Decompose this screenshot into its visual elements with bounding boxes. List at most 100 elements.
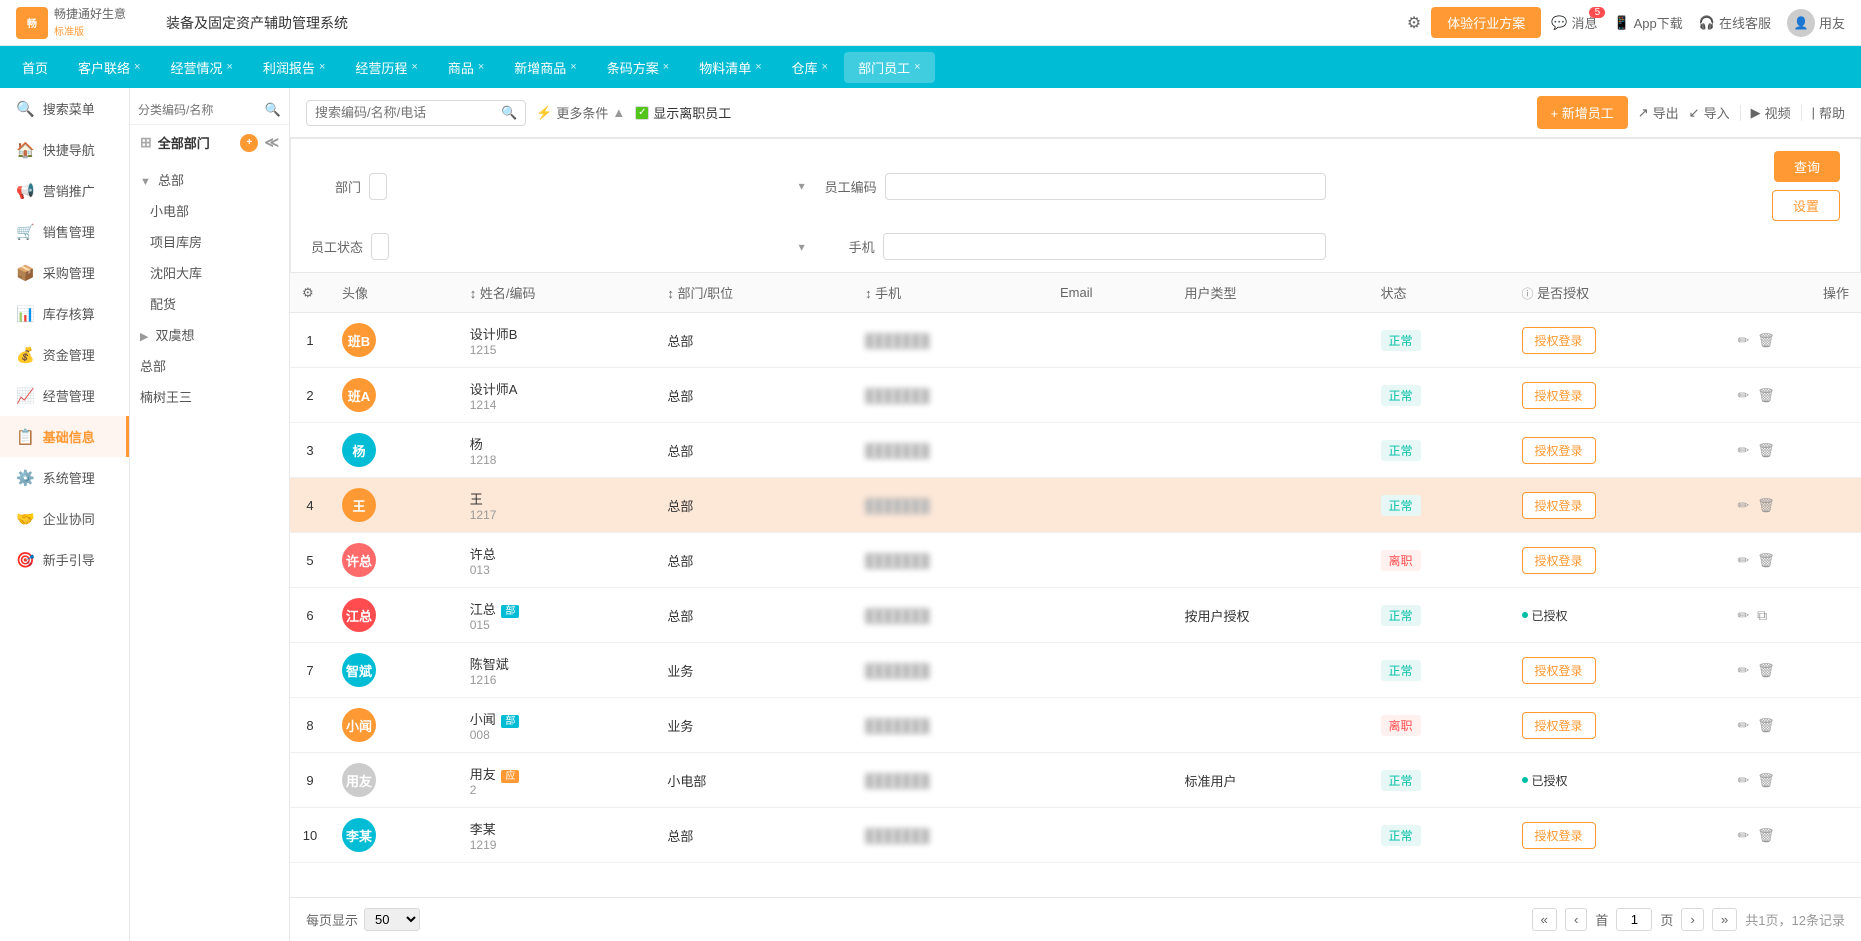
- export-btn[interactable]: ↗ 导出: [1638, 103, 1679, 122]
- auth-btn-3[interactable]: 授权登录: [1522, 437, 1596, 464]
- page-input[interactable]: [1616, 908, 1652, 931]
- edit-icon[interactable]: ✏: [1737, 607, 1749, 624]
- dept-node-0[interactable]: ▼ 总部: [130, 164, 289, 195]
- th-name-code[interactable]: ↕ 姓名/编码: [458, 273, 656, 313]
- delete-icon[interactable]: 🗑: [1757, 332, 1775, 349]
- app-download-btn[interactable]: 📱 App下载: [1613, 13, 1682, 32]
- th-dept[interactable]: ↕ 部门/职位: [655, 273, 853, 313]
- auth-btn-7[interactable]: 授权登录: [1522, 657, 1596, 684]
- sidebar-item-quick-nav[interactable]: 🏠快捷导航: [0, 129, 129, 170]
- dept-search-input[interactable]: [138, 103, 265, 117]
- delete-icon[interactable]: 🗑: [1757, 552, 1775, 569]
- auth-btn-5[interactable]: 授权登录: [1522, 547, 1596, 574]
- nav-tab-商品[interactable]: 商品×: [434, 52, 498, 83]
- message-btn[interactable]: 💬 消息 5: [1551, 13, 1597, 32]
- nav-tab-条码方案[interactable]: 条码方案×: [593, 52, 683, 83]
- nav-tab-首页[interactable]: 首页: [8, 52, 62, 83]
- auth-btn-8[interactable]: 授权登录: [1522, 712, 1596, 739]
- filter-btn[interactable]: ⚡ 更多条件 ▲: [536, 103, 625, 122]
- nav-tab-物料清单[interactable]: 物料清单×: [685, 52, 775, 83]
- copy-icon[interactable]: ⧉: [1757, 607, 1767, 624]
- dept-node-6[interactable]: 总部: [130, 350, 289, 381]
- first-page-btn[interactable]: «: [1532, 908, 1557, 931]
- add-employee-btn[interactable]: + 新增员工: [1537, 96, 1628, 129]
- last-page-btn[interactable]: »: [1712, 908, 1737, 931]
- th-settings[interactable]: ⚙: [290, 273, 330, 313]
- auth-btn-10[interactable]: 授权登录: [1522, 822, 1596, 849]
- edit-icon[interactable]: ✏: [1737, 662, 1749, 679]
- nav-tab-经营历程[interactable]: 经营历程×: [341, 52, 431, 83]
- sidebar-item-finance[interactable]: 💰资金管理: [0, 334, 129, 375]
- edit-icon[interactable]: ✏: [1737, 827, 1749, 844]
- emp-code-input[interactable]: [885, 173, 1327, 200]
- edit-icon[interactable]: ✏: [1737, 387, 1749, 404]
- user-menu[interactable]: 👤 用友: [1787, 9, 1845, 37]
- edit-icon[interactable]: ✏: [1737, 772, 1749, 789]
- nav-tab-部门员工[interactable]: 部门员工×: [844, 52, 934, 83]
- sidebar-item-purchase[interactable]: 📦采购管理: [0, 252, 129, 293]
- tab-close-icon[interactable]: ×: [914, 61, 920, 73]
- tab-close-icon[interactable]: ×: [411, 61, 417, 73]
- delete-icon[interactable]: 🗑: [1757, 497, 1775, 514]
- gear-icon[interactable]: ⚙: [1407, 13, 1421, 33]
- dept-node-3[interactable]: 沈阳大库: [130, 257, 289, 288]
- query-btn[interactable]: 查询: [1774, 151, 1840, 182]
- edit-icon[interactable]: ✏: [1737, 497, 1749, 514]
- edit-icon[interactable]: ✏: [1737, 552, 1749, 569]
- tab-close-icon[interactable]: ×: [319, 61, 325, 73]
- sidebar-item-enterprise[interactable]: 🤝企业协同: [0, 498, 129, 539]
- tab-close-icon[interactable]: ×: [570, 61, 576, 73]
- online-service-btn[interactable]: 🎧 在线客服: [1699, 13, 1771, 32]
- nav-tab-经营情况[interactable]: 经营情况×: [156, 52, 246, 83]
- sidebar-item-search[interactable]: 🔍搜索菜单: [0, 88, 129, 129]
- show-resigned-checkbox[interactable]: ✓: [635, 106, 649, 120]
- delete-icon[interactable]: 🗑: [1757, 662, 1775, 679]
- tab-close-icon[interactable]: ×: [478, 61, 484, 73]
- experience-btn[interactable]: 体验行业方案: [1431, 7, 1541, 38]
- sidebar-item-basic-info[interactable]: 📋基础信息: [0, 416, 129, 457]
- auth-btn-4[interactable]: 授权登录: [1522, 492, 1596, 519]
- dept-node-4[interactable]: 配货: [130, 288, 289, 319]
- tab-close-icon[interactable]: ×: [226, 61, 232, 73]
- sidebar-item-operation[interactable]: 📈经营管理: [0, 375, 129, 416]
- nav-tab-利润报告[interactable]: 利润报告×: [249, 52, 339, 83]
- edit-icon[interactable]: ✏: [1737, 442, 1749, 459]
- sidebar-item-inventory[interactable]: 📊库存核算: [0, 293, 129, 334]
- search-input[interactable]: [315, 105, 495, 120]
- delete-icon[interactable]: 🗑: [1757, 827, 1775, 844]
- tab-close-icon[interactable]: ×: [755, 61, 761, 73]
- edit-icon[interactable]: ✏: [1737, 717, 1749, 734]
- delete-icon[interactable]: 🗑: [1757, 772, 1775, 789]
- prev-page-btn[interactable]: ‹: [1565, 908, 1587, 931]
- delete-icon[interactable]: 🗑: [1757, 717, 1775, 734]
- nav-tab-客户联络[interactable]: 客户联络×: [64, 52, 154, 83]
- video-btn[interactable]: ▶ 视频: [1751, 103, 1791, 122]
- dept-node-1[interactable]: 小电部: [130, 195, 289, 226]
- dept-node-5[interactable]: ▶ 双虞想: [130, 319, 289, 350]
- tab-close-icon[interactable]: ×: [663, 61, 669, 73]
- edit-icon[interactable]: ✏: [1737, 332, 1749, 349]
- phone-input[interactable]: [883, 233, 1327, 260]
- collapse-icon[interactable]: ≪: [264, 134, 279, 151]
- th-phone[interactable]: ↕ 手机: [853, 273, 1048, 313]
- next-page-btn[interactable]: ›: [1681, 908, 1703, 931]
- sidebar-item-marketing[interactable]: 📢营销推广: [0, 170, 129, 211]
- dept-select[interactable]: [369, 173, 387, 200]
- auth-btn-2[interactable]: 授权登录: [1522, 382, 1596, 409]
- dept-add-icon[interactable]: +: [240, 134, 258, 152]
- sidebar-item-sales[interactable]: 🛒销售管理: [0, 211, 129, 252]
- dept-node-7[interactable]: 楠树王三: [130, 381, 289, 412]
- all-dept-label[interactable]: 全部部门: [158, 133, 210, 152]
- nav-tab-仓库[interactable]: 仓库×: [778, 52, 842, 83]
- import-btn[interactable]: ↙ 导入: [1689, 103, 1730, 122]
- sidebar-item-guide[interactable]: 🎯新手引导: [0, 539, 129, 580]
- set-btn[interactable]: 设置: [1772, 190, 1840, 221]
- tab-close-icon[interactable]: ×: [134, 61, 140, 73]
- dept-node-2[interactable]: 项目库房: [130, 226, 289, 257]
- delete-icon[interactable]: 🗑: [1757, 387, 1775, 404]
- show-resigned-checkbox-label[interactable]: ✓ 显示离职员工: [635, 103, 731, 122]
- help-btn[interactable]: | 帮助: [1812, 103, 1845, 122]
- delete-icon[interactable]: 🗑: [1757, 442, 1775, 459]
- sidebar-item-system[interactable]: ⚙️系统管理: [0, 457, 129, 498]
- auth-btn-1[interactable]: 授权登录: [1522, 327, 1596, 354]
